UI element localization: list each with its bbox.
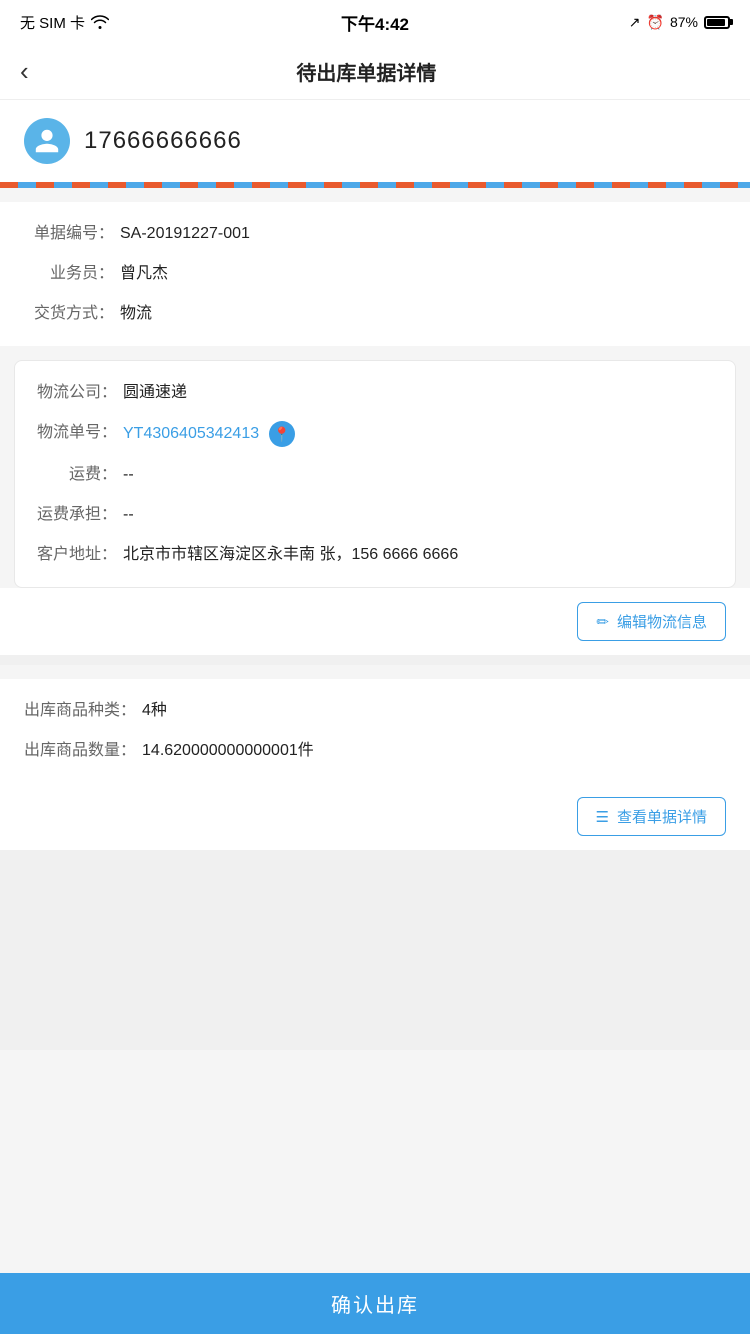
logistics-company-row: 物流公司： 圆通速递: [35, 381, 715, 405]
view-btn-row: ☰ 查看单据详情: [0, 783, 750, 850]
alarm-icon: ⏰: [647, 14, 664, 31]
edit-logistics-button[interactable]: ✏ 编辑物流信息: [577, 602, 726, 641]
address-label: 客户地址：: [35, 543, 117, 567]
delivery-row: 交货方式： 物流: [24, 302, 726, 326]
logistics-company-label: 物流公司：: [35, 381, 117, 405]
tracking-value-row: YT4306405342413: [123, 421, 295, 447]
confirm-button[interactable]: 确认出库: [331, 1289, 419, 1318]
dashed-divider: [0, 182, 750, 188]
freight-bearer-row: 运费承担： --: [35, 503, 715, 527]
page-title: 待出库单据详情: [37, 57, 696, 86]
freight-bearer-label: 运费承担：: [35, 503, 117, 527]
basic-info-section: 单据编号： SA-20191227-001 业务员： 曾凡杰 交货方式： 物流: [0, 202, 750, 346]
battery-percent: 87%: [670, 14, 698, 30]
customer-header: 17666666666: [0, 100, 750, 182]
view-btn-label: 查看单据详情: [617, 806, 707, 827]
address-row: 客户地址： 北京市市辖区海淀区永丰南 张，156 6666 6666: [35, 543, 715, 567]
doc-no-row: 单据编号： SA-20191227-001: [24, 222, 726, 246]
edit-icon: ✏: [596, 613, 609, 631]
status-time: 下午4:42: [341, 10, 409, 35]
edit-btn-label: 编辑物流信息: [617, 611, 707, 632]
delivery-value: 物流: [120, 302, 726, 326]
doc-no-value: SA-20191227-001: [120, 222, 726, 246]
logistics-card: 物流公司： 圆通速递 物流单号： YT4306405342413 运费： -- …: [14, 360, 736, 588]
salesperson-label: 业务员：: [24, 262, 114, 286]
wifi-icon: [91, 15, 109, 29]
goods-types-value: 4种: [142, 699, 726, 723]
goods-quantity-value: 14.620000000000001件: [142, 739, 726, 763]
tracking-value: YT4306405342413: [123, 422, 259, 446]
location-pin-icon[interactable]: [269, 421, 295, 447]
tracking-number-row: 物流单号： YT4306405342413: [35, 421, 715, 447]
freight-label: 运费：: [35, 463, 117, 487]
view-detail-button[interactable]: ☰ 查看单据详情: [577, 797, 726, 836]
gray-area: [0, 850, 750, 1050]
logistics-company-value: 圆通速递: [123, 381, 715, 405]
location-icon: ↗: [629, 14, 641, 31]
freight-value: --: [123, 463, 715, 487]
section-divider: [0, 655, 750, 665]
customer-phone: 17666666666: [84, 127, 242, 155]
status-left: 无 SIM 卡: [20, 12, 109, 33]
user-icon: [33, 127, 61, 155]
battery-icon: [704, 16, 730, 29]
goods-quantity-row: 出库商品数量： 14.620000000000001件: [24, 739, 726, 763]
delivery-label: 交货方式：: [24, 302, 114, 326]
salesperson-value: 曾凡杰: [120, 262, 726, 286]
nav-bar: ‹ 待出库单据详情: [0, 44, 750, 100]
freight-bearer-value: --: [123, 503, 715, 527]
goods-section: 出库商品种类： 4种 出库商品数量： 14.620000000000001件: [0, 679, 750, 783]
goods-types-row: 出库商品种类： 4种: [24, 699, 726, 723]
tracking-label: 物流单号：: [35, 421, 117, 445]
freight-row: 运费： --: [35, 463, 715, 487]
carrier-label: 无 SIM 卡: [20, 12, 85, 33]
edit-btn-row: ✏ 编辑物流信息: [0, 588, 750, 655]
doc-no-label: 单据编号：: [24, 222, 114, 246]
avatar: [24, 118, 70, 164]
view-btn-icon: ☰: [596, 808, 609, 826]
goods-types-label: 出库商品种类：: [24, 699, 136, 723]
status-right: ↗ ⏰ 87%: [629, 14, 730, 31]
goods-quantity-label: 出库商品数量：: [24, 739, 136, 763]
confirm-btn-wrap: 确认出库: [0, 1273, 750, 1334]
address-value: 北京市市辖区海淀区永丰南 张，156 6666 6666: [123, 543, 715, 567]
back-button[interactable]: ‹: [20, 48, 37, 95]
salesperson-row: 业务员： 曾凡杰: [24, 262, 726, 286]
status-bar: 无 SIM 卡 下午4:42 ↗ ⏰ 87%: [0, 0, 750, 44]
